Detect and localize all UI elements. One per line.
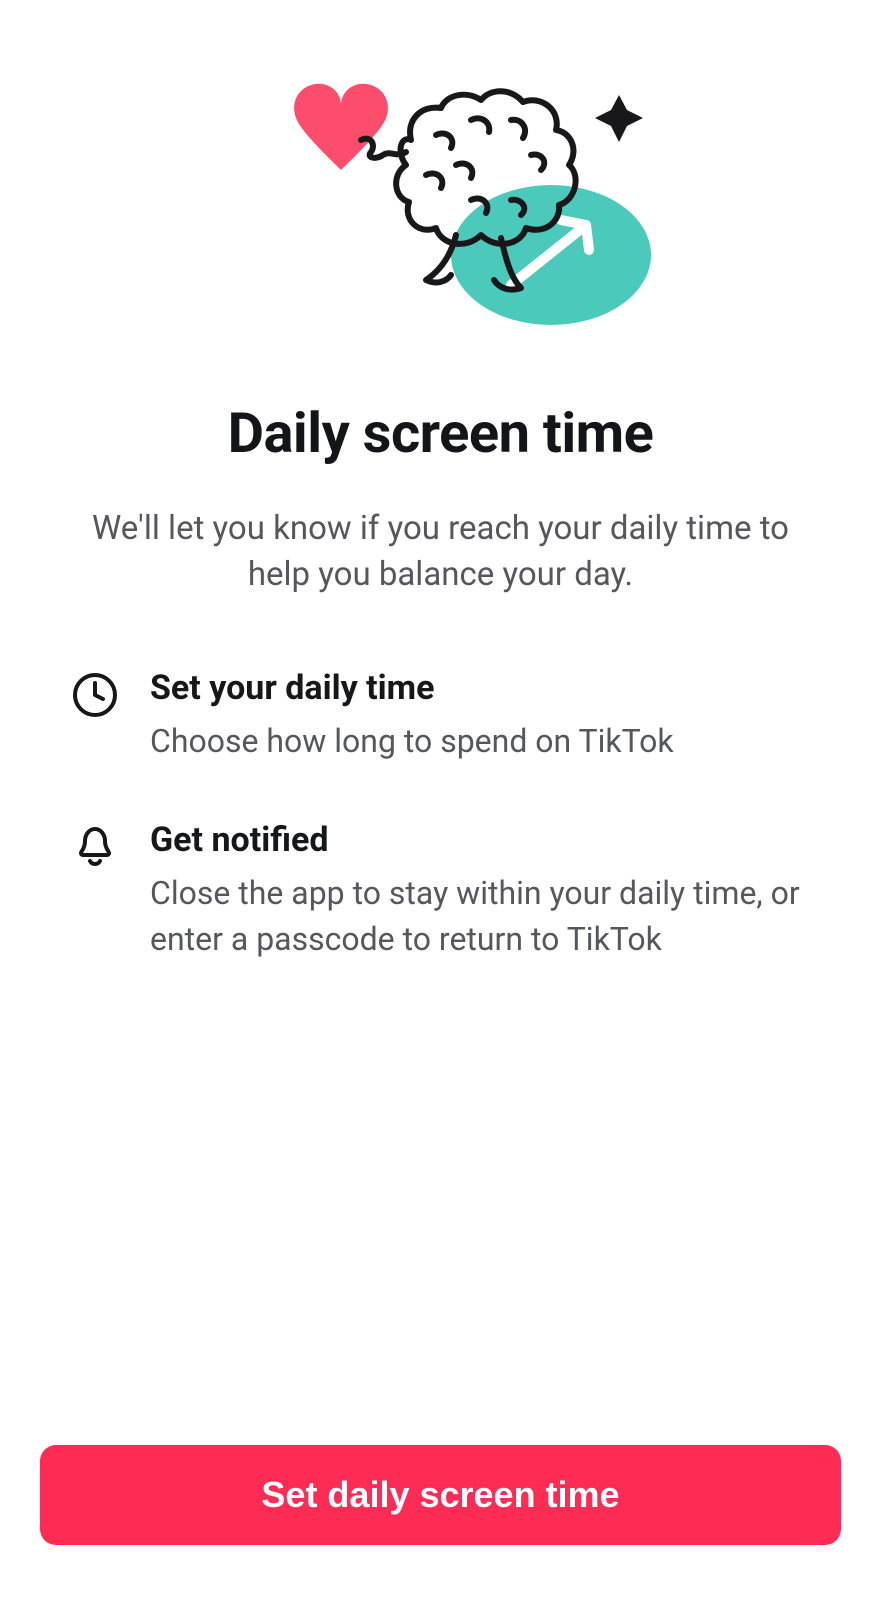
feature-item-get-notified: Get notified Close the app to stay withi… xyxy=(70,820,811,963)
page-subtitle: We'll let you know if you reach your dai… xyxy=(70,506,811,598)
bell-icon xyxy=(70,822,120,872)
wellbeing-illustration xyxy=(211,60,671,340)
feature-item-set-time: Set your daily time Choose how long to s… xyxy=(70,668,811,764)
feature-title: Set your daily time xyxy=(150,668,811,708)
set-daily-screen-time-button[interactable]: Set daily screen time xyxy=(40,1445,841,1545)
feature-list: Set your daily time Choose how long to s… xyxy=(70,668,811,962)
page-title: Daily screen time xyxy=(228,400,654,466)
feature-description: Choose how long to spend on TikTok xyxy=(150,718,811,764)
feature-title: Get notified xyxy=(150,820,811,860)
feature-description: Close the app to stay within your daily … xyxy=(150,870,811,963)
clock-icon xyxy=(70,670,120,720)
